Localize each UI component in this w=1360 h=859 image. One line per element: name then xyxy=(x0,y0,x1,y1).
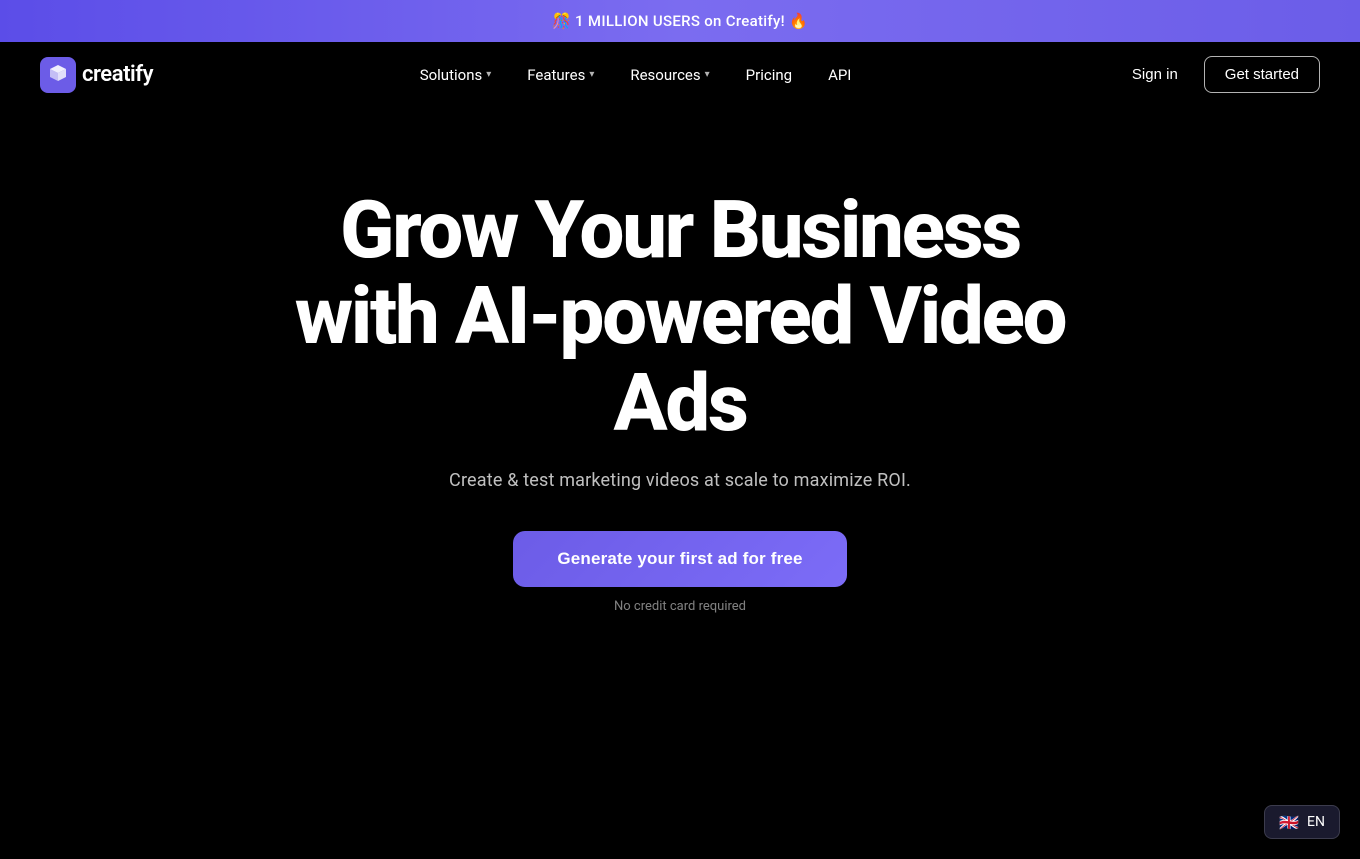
hero-title-line2: with AI-powered Video Ads xyxy=(295,269,1065,449)
nav-links: Solutions ▾ Features ▾ Resources ▾ Prici… xyxy=(406,58,866,92)
hero-title-line1: Grow Your Business xyxy=(340,183,1020,277)
nav-item-resources[interactable]: Resources ▾ xyxy=(616,58,723,92)
cta-button[interactable]: Generate your first ad for free xyxy=(513,531,846,587)
getstarted-button[interactable]: Get started xyxy=(1204,56,1320,93)
chevron-down-icon: ▾ xyxy=(705,69,710,80)
nav-item-solutions[interactable]: Solutions ▾ xyxy=(406,58,506,92)
logo-text: creatify xyxy=(82,62,153,87)
language-label: EN xyxy=(1307,814,1325,830)
flag-icon: 🇬🇧 xyxy=(1279,815,1299,829)
logo[interactable]: creatify xyxy=(40,57,153,93)
chevron-down-icon: ▾ xyxy=(589,69,594,80)
nav-item-features[interactable]: Features ▾ xyxy=(513,58,608,92)
hero-subtitle: Create & test marketing videos at scale … xyxy=(449,470,911,491)
language-switcher[interactable]: 🇬🇧 EN xyxy=(1264,805,1340,839)
logo-icon xyxy=(40,57,76,93)
banner-text: 🎊 1 MILLION USERS on Creatify! 🔥 xyxy=(552,12,808,30)
signin-button[interactable]: Sign in xyxy=(1118,58,1192,91)
nav-item-pricing[interactable]: Pricing xyxy=(732,58,806,92)
nav-actions: Sign in Get started xyxy=(1118,56,1320,93)
nav-item-api[interactable]: API xyxy=(814,58,865,92)
announcement-banner: 🎊 1 MILLION USERS on Creatify! 🔥 xyxy=(0,0,1360,42)
chevron-down-icon: ▾ xyxy=(486,69,491,80)
hero-section: Grow Your Business with AI-powered Video… xyxy=(0,107,1360,654)
navbar: creatify Solutions ▾ Features ▾ Resource… xyxy=(0,42,1360,107)
hero-title: Grow Your Business with AI-powered Video… xyxy=(230,187,1130,446)
no-credit-text: No credit card required xyxy=(614,599,746,614)
